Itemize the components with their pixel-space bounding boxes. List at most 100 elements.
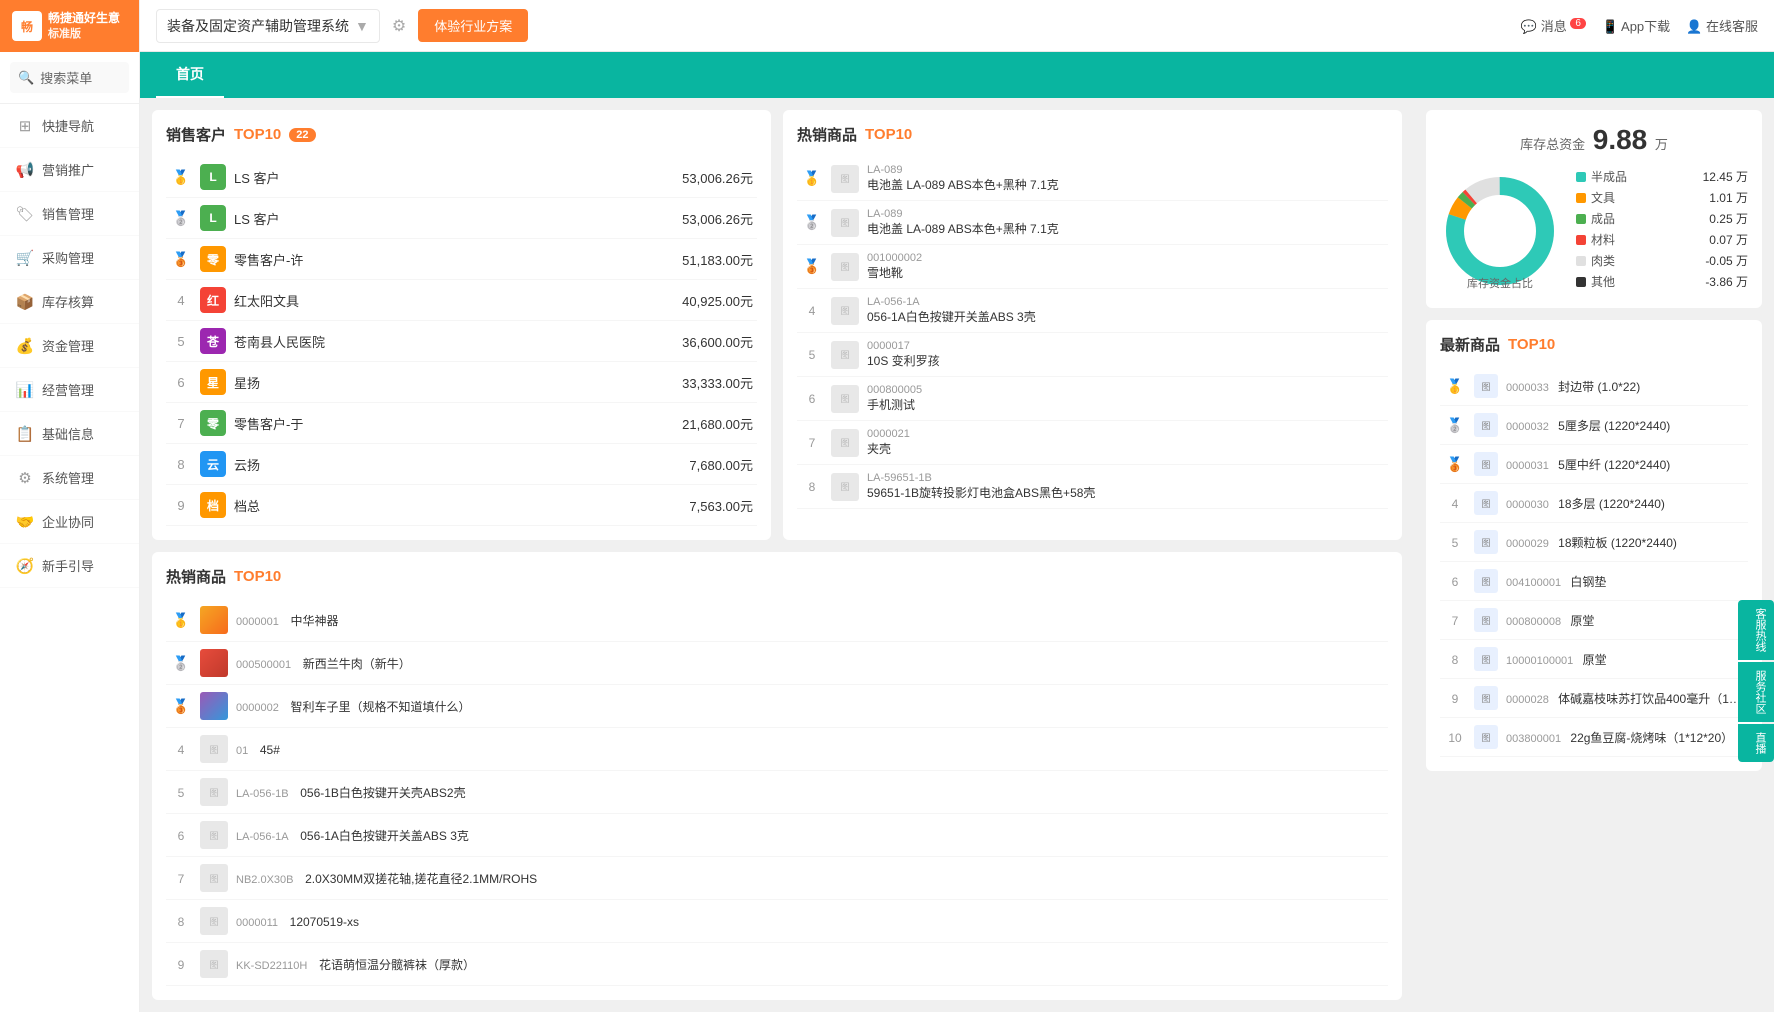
customer-name: 档总 — [234, 496, 681, 515]
product-image: 图 — [831, 209, 859, 237]
product-name: 手机测试 — [867, 396, 1384, 413]
hot-product-row: 5 图 LA-056-1B 056-1B白色按键开关壳ABS2壳 — [166, 771, 1388, 814]
rank-medal: 9 — [170, 498, 192, 513]
sidebar-item-qiye[interactable]: 🤝 企业协同 — [0, 500, 139, 544]
sidebar-item-xinshou[interactable]: 🧭 新手引导 — [0, 544, 139, 588]
rank-medal: 8 — [1444, 652, 1466, 667]
product-image: 图 — [1474, 530, 1498, 554]
product-info: KK-SD22110H 花语萌恒温分髋裤袜（厚款） — [236, 956, 1384, 973]
sidebar-item-xitong[interactable]: ⚙ 系统管理 — [0, 456, 139, 500]
customer-amount: 36,600.00元 — [682, 332, 753, 351]
rank-medal: 5 — [1444, 535, 1466, 550]
hot-product-sales-row: 🥈 图 LA-089 电池盖 LA-089 ABS本色+黑种 7.1克 — [797, 201, 1388, 245]
product-code: LA-089 — [867, 208, 1384, 220]
product-image: 图 — [831, 253, 859, 281]
app-download-button[interactable]: 📱 App下载 — [1602, 16, 1670, 35]
product-code: KK-SD22110H — [236, 960, 307, 972]
rank-medal: 🥇 — [1444, 378, 1466, 395]
dropdown-icon[interactable]: ▼ — [355, 18, 369, 34]
product-info: 000800005 手机测试 — [867, 384, 1384, 413]
sidebar-item-xiaoshou[interactable]: 🏷 销售管理 — [0, 192, 139, 236]
product-info: 0000028 体碱嘉枝味苏打饮品400毫升（1*15） — [1506, 690, 1744, 707]
trial-button[interactable]: 体验行业方案 — [418, 9, 528, 42]
system-title: 装备及固定资产辅助管理系统 ▼ — [156, 9, 380, 43]
online-service-button[interactable]: 👤 在线客服 — [1686, 16, 1758, 35]
product-name: 10S 变利罗孩 — [867, 352, 1384, 369]
customer-name: 星扬 — [234, 373, 674, 392]
purchase-icon: 🛒 — [16, 249, 34, 267]
legend-color — [1576, 235, 1586, 245]
message-button[interactable]: 💬 消息 6 — [1521, 16, 1586, 35]
newest-product-row: 7 图 000800008 原堂 — [1440, 601, 1748, 640]
product-code: LA-056-1B — [236, 788, 289, 800]
sales-customer-row: 6 星 星扬 33,333.00元 — [166, 362, 757, 403]
customer-name: LS 客户 — [234, 168, 674, 187]
sales-customer-title: 销售客户 TOP10 22 — [166, 124, 757, 145]
customer-name: 云扬 — [234, 455, 681, 474]
product-info: 0000033 封边带 (1.0*22) — [1506, 378, 1744, 395]
rank-medal: 4 — [170, 293, 192, 308]
rank-medal: 8 — [801, 479, 823, 494]
inventory-card: 库存总资金 9.88 万 — [1426, 110, 1762, 308]
hot-product-sales-row: 4 图 LA-056-1A 056-1A白色按键开关盖ABS 3壳 — [797, 289, 1388, 333]
sidebar-item-jichu[interactable]: 📋 基础信息 — [0, 412, 139, 456]
gear-icon[interactable]: ⚙ — [392, 16, 406, 36]
newest-product-row: 🥉 图 0000031 5厘中纤 (1220*2440) — [1440, 445, 1748, 484]
sidebar-item-kuaijie[interactable]: ⊞ 快捷导航 — [0, 104, 139, 148]
customer-amount: 53,006.26元 — [682, 209, 753, 228]
product-image: 图 — [1474, 725, 1498, 749]
marketing-icon: 📢 — [16, 161, 34, 179]
rank-medal: 9 — [1444, 691, 1466, 706]
customer-avatar: 零 — [200, 246, 226, 272]
hot-product-sales-row: 5 图 0000017 10S 变利罗孩 — [797, 333, 1388, 377]
product-image: 图 — [1474, 569, 1498, 593]
product-code: 01 — [236, 745, 248, 757]
rank-medal: 6 — [801, 391, 823, 406]
hot-product-row: 6 图 LA-056-1A 056-1A白色按键开关盖ABS 3克 — [166, 814, 1388, 857]
sidebar-item-label: 企业协同 — [42, 512, 94, 531]
home-icon: ⊞ — [16, 117, 34, 135]
legend-name: 其他 — [1591, 273, 1705, 290]
rank-medal: 🥉 — [801, 258, 823, 275]
sidebar-search[interactable]: 🔍 搜索菜单 — [0, 52, 139, 104]
product-info: LA-59651-1B 59651-1B旋转投影灯电池盒ABS黑色+58壳 — [867, 472, 1384, 501]
product-name: 056-1A白色按键开关盖ABS 3克 — [300, 829, 469, 843]
float-community[interactable]: 服务社区 — [1738, 662, 1774, 722]
rank-medal: 🥉 — [170, 698, 192, 715]
legend-item: 材料 0.07 万 — [1576, 231, 1748, 248]
customer-avatar: 档 — [200, 492, 226, 518]
rank-medal: 🥇 — [170, 169, 192, 186]
rank-medal: 🥈 — [1444, 417, 1466, 434]
float-live[interactable]: 直播 — [1738, 724, 1774, 762]
product-info: 0000029 18颗粒板 (1220*2440) — [1506, 534, 1744, 551]
sidebar-item-label: 库存核算 — [42, 292, 94, 311]
sidebar-logo: 畅 畅捷通好生意 标准版 — [0, 0, 139, 52]
legend-name: 材料 — [1591, 231, 1709, 248]
sidebar-item-kucun[interactable]: 📦 库存核算 — [0, 280, 139, 324]
sidebar-item-label: 采购管理 — [42, 248, 94, 267]
float-customer-service[interactable]: 客服热线 — [1738, 600, 1774, 660]
customer-avatar: L — [200, 205, 226, 231]
customer-name: 红太阳文具 — [234, 291, 674, 310]
search-menu-button[interactable]: 🔍 搜索菜单 — [10, 62, 129, 93]
product-image: 图 — [831, 297, 859, 325]
basic-icon: 📋 — [16, 425, 34, 443]
sidebar-item-jingying[interactable]: 📊 经营管理 — [0, 368, 139, 412]
inventory-legend: 半成品 12.45 万 文具 1.01 万 成品 0.25 万 材料 0.07 … — [1576, 168, 1748, 294]
main-area: 装备及固定资产辅助管理系统 ▼ ⚙ 体验行业方案 💬 消息 6 📱 App下载 … — [140, 0, 1774, 1012]
sales-customer-row: 8 云 云扬 7,680.00元 — [166, 444, 757, 485]
collab-icon: 🤝 — [16, 513, 34, 531]
tab-home[interactable]: 首页 — [156, 52, 224, 98]
sidebar-nav: ⊞ 快捷导航 📢 营销推广 🏷 销售管理 🛒 采购管理 📦 库存核算 💰 资金管… — [0, 104, 139, 1012]
customer-avatar: L — [200, 164, 226, 190]
product-image: 图 — [831, 341, 859, 369]
product-code: LA-056-1A — [867, 296, 1384, 308]
product-image: 图 — [831, 429, 859, 457]
sidebar-item-label: 销售管理 — [42, 204, 94, 223]
sidebar-item-zijin[interactable]: 💰 资金管理 — [0, 324, 139, 368]
hot-product-row: 7 图 NB2.0X30B 2.0X30MM双搓花轴,搓花直径2.1MM/ROH… — [166, 857, 1388, 900]
sidebar-item-yingxiao[interactable]: 📢 营销推广 — [0, 148, 139, 192]
newest-products-list: 🥇 图 0000033 封边带 (1.0*22) 🥈 图 0000032 5厘多… — [1440, 367, 1748, 757]
sidebar-item-caigou[interactable]: 🛒 采购管理 — [0, 236, 139, 280]
legend-color — [1576, 214, 1586, 224]
